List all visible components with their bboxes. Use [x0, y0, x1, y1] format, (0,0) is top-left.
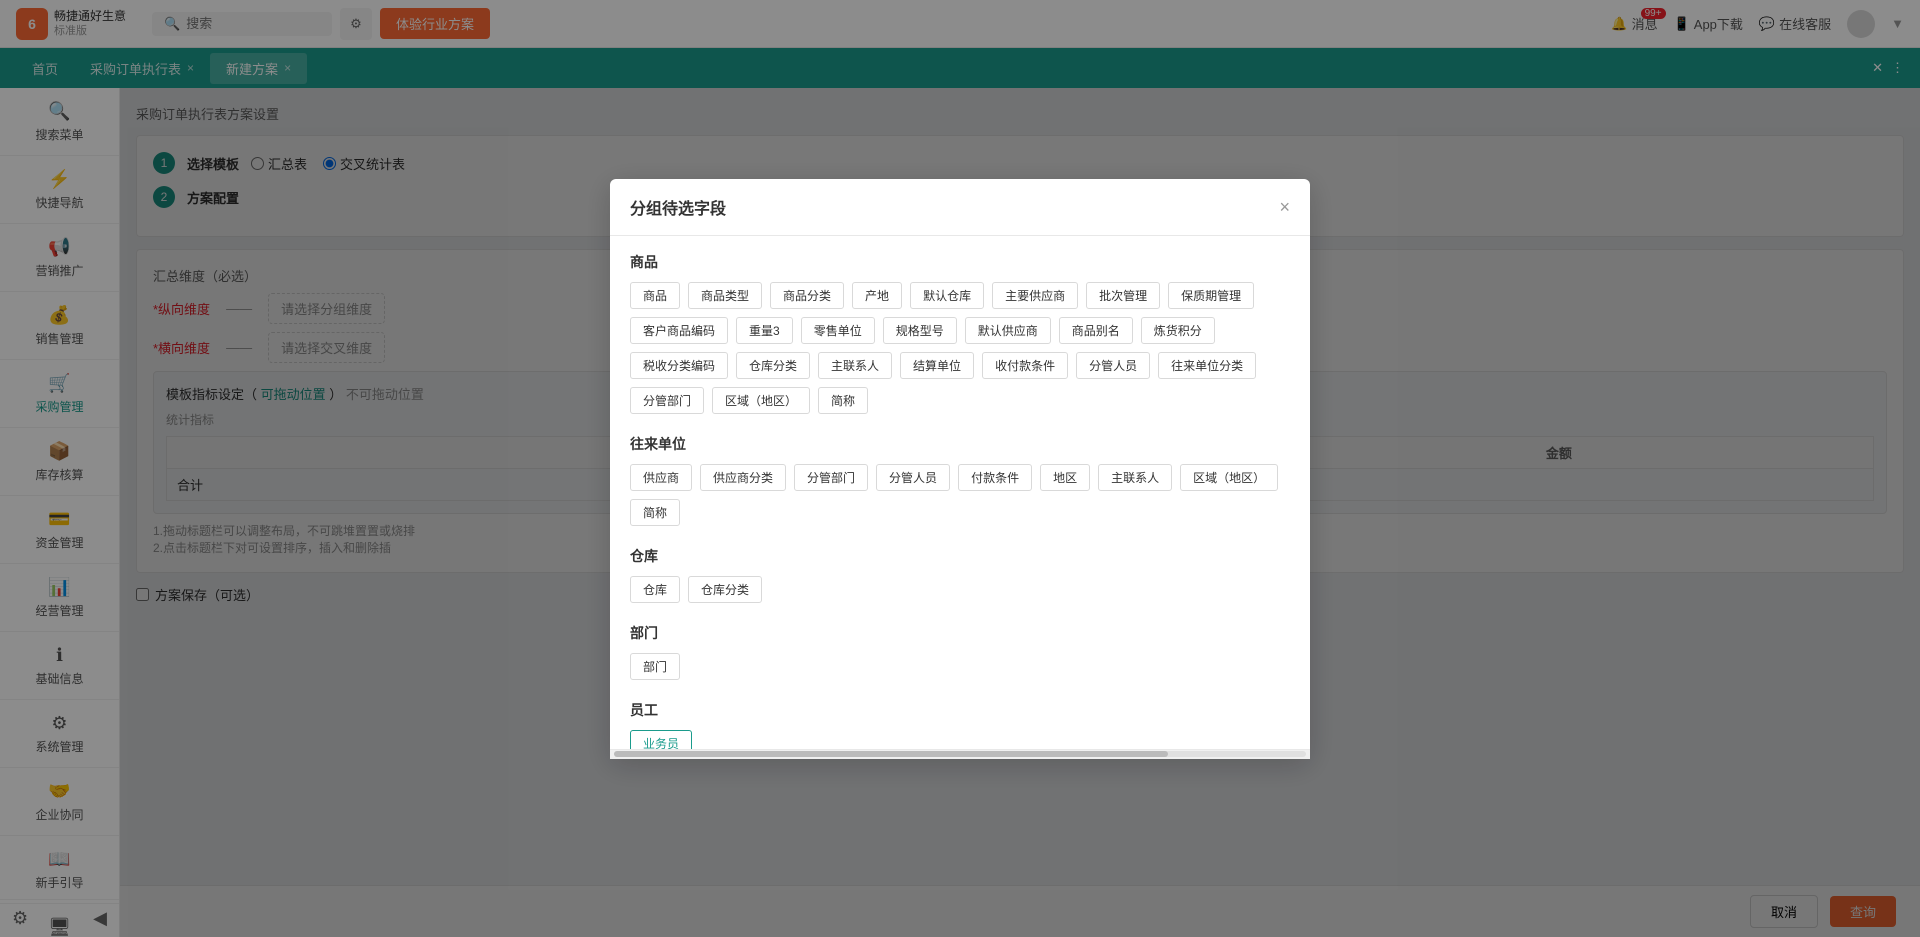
field-tag[interactable]: 简称	[818, 387, 868, 414]
field-tag[interactable]: 重量3	[736, 317, 793, 344]
field-tag[interactable]: 批次管理	[1086, 282, 1160, 309]
field-tag[interactable]: 客户商品编码	[630, 317, 728, 344]
field-tag[interactable]: 主联系人	[818, 352, 892, 379]
field-tag[interactable]: 税收分类编码	[630, 352, 728, 379]
field-tag[interactable]: 商品别名	[1059, 317, 1133, 344]
field-tag[interactable]: 主联系人	[1098, 464, 1172, 491]
field-tag[interactable]: 供应商	[630, 464, 692, 491]
field-tag[interactable]: 业务员	[630, 730, 692, 750]
field-tag[interactable]: 分管人员	[1076, 352, 1150, 379]
section-warehouse-fields: 仓库 仓库分类	[630, 576, 1290, 603]
field-tag[interactable]: 主要供应商	[992, 282, 1078, 309]
modal-overlay: 分组待选字段 × 商品 商品 商品类型 商品分类 产地 默认仓库 主要供应商 批…	[0, 0, 1920, 937]
modal-header: 分组待选字段 ×	[610, 179, 1310, 236]
modal-close-button[interactable]: ×	[1279, 198, 1290, 216]
section-goods-title: 商品	[630, 252, 1290, 272]
field-tag[interactable]: 简称	[630, 499, 680, 526]
field-tag[interactable]: 分管部门	[630, 387, 704, 414]
field-tag[interactable]: 区域（地区）	[712, 387, 810, 414]
field-tag[interactable]: 地区	[1040, 464, 1090, 491]
field-tag[interactable]: 结算单位	[900, 352, 974, 379]
field-tag[interactable]: 部门	[630, 653, 680, 680]
modal-dialog: 分组待选字段 × 商品 商品 商品类型 商品分类 产地 默认仓库 主要供应商 批…	[610, 179, 1310, 759]
field-tag[interactable]: 商品	[630, 282, 680, 309]
field-tag[interactable]: 分管部门	[794, 464, 868, 491]
field-tag[interactable]: 保质期管理	[1168, 282, 1254, 309]
field-tag[interactable]: 规格型号	[883, 317, 957, 344]
field-tag[interactable]: 产地	[852, 282, 902, 309]
section-warehouse-title: 仓库	[630, 546, 1290, 566]
section-employee: 员工 业务员	[630, 700, 1290, 750]
field-tag[interactable]: 区域（地区）	[1180, 464, 1278, 491]
field-tag[interactable]: 收付款条件	[982, 352, 1068, 379]
modal-scrollbar-thumb[interactable]	[614, 751, 1168, 757]
field-tag[interactable]: 仓库	[630, 576, 680, 603]
section-employee-title: 员工	[630, 700, 1290, 720]
field-tag[interactable]: 分管人员	[876, 464, 950, 491]
field-tag[interactable]: 零售单位	[801, 317, 875, 344]
field-tag[interactable]: 默认供应商	[965, 317, 1051, 344]
field-tag[interactable]: 仓库分类	[688, 576, 762, 603]
field-tag[interactable]: 付款条件	[958, 464, 1032, 491]
field-tag[interactable]: 供应商分类	[700, 464, 786, 491]
section-contacts-title: 往来单位	[630, 434, 1290, 454]
section-goods: 商品 商品 商品类型 商品分类 产地 默认仓库 主要供应商 批次管理 保质期管理…	[630, 252, 1290, 414]
section-contacts: 往来单位 供应商 供应商分类 分管部门 分管人员 付款条件 地区 主联系人 区域…	[630, 434, 1290, 526]
section-warehouse: 仓库 仓库 仓库分类	[630, 546, 1290, 603]
section-dept-title: 部门	[630, 623, 1290, 643]
field-tag[interactable]: 仓库分类	[736, 352, 810, 379]
field-tag[interactable]: 默认仓库	[910, 282, 984, 309]
field-tag[interactable]: 炼货积分	[1141, 317, 1215, 344]
section-dept: 部门 部门	[630, 623, 1290, 680]
section-goods-fields: 商品 商品类型 商品分类 产地 默认仓库 主要供应商 批次管理 保质期管理 客户…	[630, 282, 1290, 414]
modal-title: 分组待选字段	[630, 195, 726, 219]
modal-scrollbar-track	[610, 749, 1310, 758]
field-tag[interactable]: 商品类型	[688, 282, 762, 309]
field-tag[interactable]: 往来单位分类	[1158, 352, 1256, 379]
section-employee-fields: 业务员	[630, 730, 1290, 750]
section-contacts-fields: 供应商 供应商分类 分管部门 分管人员 付款条件 地区 主联系人 区域（地区） …	[630, 464, 1290, 526]
modal-body: 商品 商品 商品类型 商品分类 产地 默认仓库 主要供应商 批次管理 保质期管理…	[610, 236, 1310, 750]
field-tag[interactable]: 商品分类	[770, 282, 844, 309]
section-dept-fields: 部门	[630, 653, 1290, 680]
